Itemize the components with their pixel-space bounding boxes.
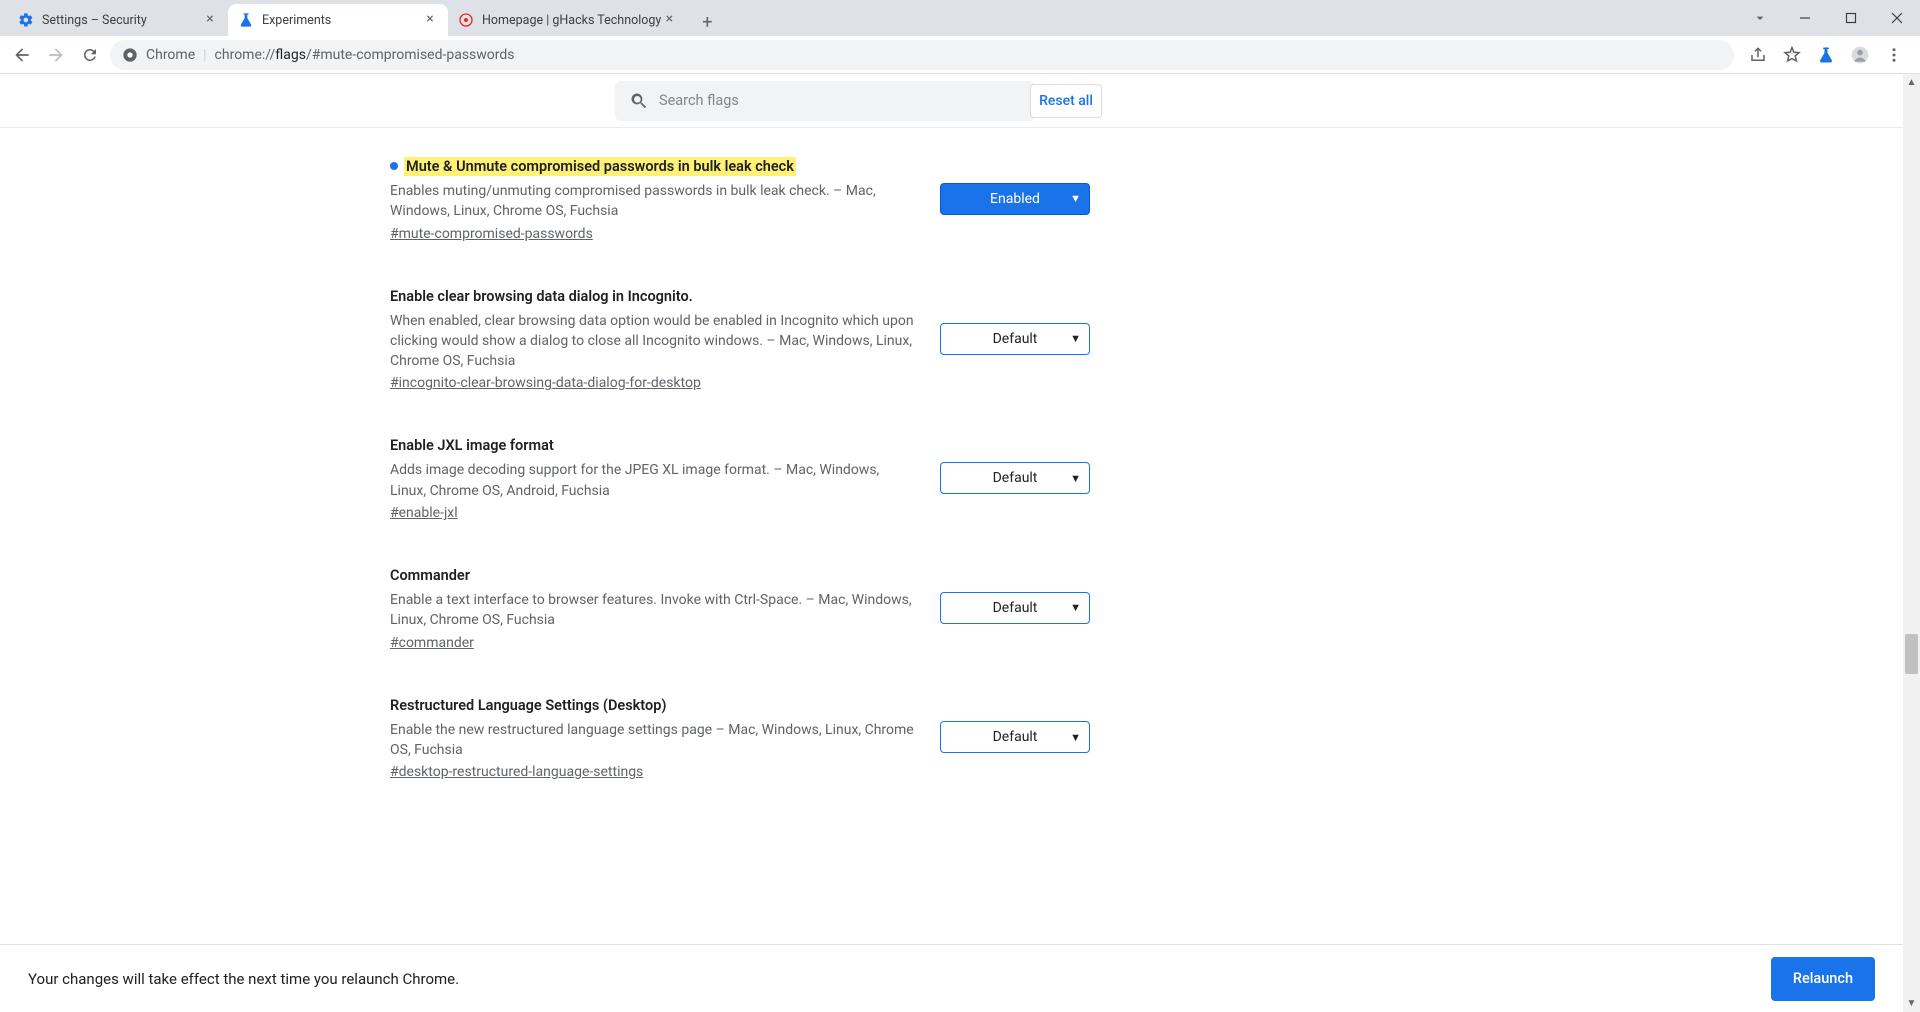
flag-text: Enable clear browsing data dialog in Inc… <box>390 286 940 392</box>
site-icon <box>458 12 474 28</box>
relaunch-bar: Your changes will take effect the next t… <box>0 944 1903 1012</box>
menu-icon[interactable] <box>1882 43 1906 67</box>
flag-description: Adds image decoding support for the JPEG… <box>390 460 916 501</box>
flag-entry: Mute & Unmute compromised passwords in b… <box>390 156 1090 242</box>
flag-select-value: Default <box>993 470 1038 486</box>
scrollbar[interactable]: ▲ ▼ <box>1903 74 1920 1012</box>
omnibox-separator: | <box>203 47 206 63</box>
flag-entry: Restructured Language Settings (Desktop)… <box>390 695 1090 781</box>
tab-title: Homepage | gHacks Technology <box>482 13 661 28</box>
chevron-down-icon: ▼ <box>1070 601 1081 614</box>
profile-avatar-icon[interactable] <box>1848 43 1872 67</box>
search-icon <box>629 91 649 111</box>
flag-title: Enable clear browsing data dialog in Inc… <box>390 288 693 305</box>
flag-control: Default ▼ <box>940 435 1090 521</box>
maximize-button[interactable] <box>1828 0 1874 36</box>
flag-description: Enable a text interface to browser featu… <box>390 590 916 631</box>
address-bar[interactable]: Chrome | chrome://flags/#mute-compromise… <box>110 40 1734 70</box>
tab-ghacks[interactable]: Homepage | gHacks Technology × <box>448 4 687 36</box>
search-placeholder: Search flags <box>659 92 739 109</box>
flag-entry: Enable clear browsing data dialog in Inc… <box>390 286 1090 392</box>
flag-text: Commander Enable a text interface to brow… <box>390 565 940 651</box>
omnibox-chip: Chrome <box>146 47 195 63</box>
chevron-down-icon: ▼ <box>1070 192 1081 205</box>
flag-select[interactable]: Default ▼ <box>940 323 1090 355</box>
reload-button[interactable] <box>76 41 104 69</box>
tab-search-button[interactable] <box>1740 0 1780 36</box>
flags-header: Search flags Reset all <box>0 74 1920 128</box>
back-button[interactable] <box>8 41 36 69</box>
flag-control: Default ▼ <box>940 286 1090 392</box>
chevron-down-icon: ▼ <box>1070 332 1081 345</box>
flag-select-value: Default <box>993 729 1038 745</box>
flag-select[interactable]: Enabled ▼ <box>940 183 1090 215</box>
flag-description: Enables muting/unmuting compromised pass… <box>390 181 916 222</box>
flag-anchor-link[interactable]: #mute-compromised-passwords <box>390 226 593 242</box>
flag-text: Restructured Language Settings (Desktop)… <box>390 695 940 781</box>
tab-title: Experiments <box>262 13 422 28</box>
tab-strip: Settings – Security × Experiments × Home… <box>0 0 1920 36</box>
omnibox-url: chrome://flags/#mute-compromised-passwor… <box>215 47 515 63</box>
reset-all-button[interactable]: Reset all <box>1030 84 1102 118</box>
url-bold: flags <box>275 47 306 63</box>
close-icon[interactable]: × <box>422 12 438 28</box>
flask-icon <box>238 12 254 28</box>
scroll-up-icon[interactable]: ▲ <box>1903 74 1920 91</box>
flag-anchor-link[interactable]: #enable-jxl <box>390 505 458 521</box>
tab-title: Settings – Security <box>42 13 202 28</box>
close-icon[interactable]: × <box>202 12 218 28</box>
flag-text: Enable JXL image format Adds image decodi… <box>390 435 940 521</box>
close-window-button[interactable] <box>1874 0 1920 36</box>
flag-title: Commander <box>390 567 470 584</box>
flag-text: Mute & Unmute compromised passwords in b… <box>390 156 940 242</box>
flag-select[interactable]: Default ▼ <box>940 721 1090 753</box>
chevron-down-icon: ▼ <box>1070 731 1081 744</box>
flag-title: Restructured Language Settings (Desktop) <box>390 697 666 714</box>
relaunch-message: Your changes will take effect the next t… <box>28 970 459 988</box>
flag-description: Enable the new restructured language set… <box>390 720 916 761</box>
new-tab-button[interactable]: + <box>693 8 721 36</box>
flag-control: Default ▼ <box>940 695 1090 781</box>
flag-control: Default ▼ <box>940 565 1090 651</box>
flag-anchor-link[interactable]: #commander <box>390 635 474 651</box>
gear-icon <box>18 12 34 28</box>
flag-entry: Commander Enable a text interface to brow… <box>390 565 1090 651</box>
chevron-down-icon: ▼ <box>1070 472 1081 485</box>
flag-select-value: Enabled <box>990 191 1040 207</box>
minimize-button[interactable] <box>1782 0 1828 36</box>
flag-select[interactable]: Default ▼ <box>940 592 1090 624</box>
window-controls <box>1782 0 1920 36</box>
bookmark-icon[interactable] <box>1780 43 1804 67</box>
flag-title: Mute & Unmute compromised passwords in b… <box>404 157 796 176</box>
flag-select[interactable]: Default ▼ <box>940 462 1090 494</box>
toolbar-actions <box>1740 43 1912 67</box>
extension-flask-icon[interactable] <box>1814 43 1838 67</box>
tab-settings-security[interactable]: Settings – Security × <box>8 4 228 36</box>
scroll-down-icon[interactable]: ▼ <box>1903 995 1920 1012</box>
close-icon[interactable]: × <box>661 12 677 28</box>
relaunch-button[interactable]: Relaunch <box>1771 957 1875 1001</box>
flag-control: Enabled ▼ <box>940 156 1090 242</box>
flag-description: When enabled, clear browsing data option… <box>390 311 916 372</box>
flag-select-value: Default <box>993 600 1038 616</box>
share-icon[interactable] <box>1746 43 1770 67</box>
search-flags-input[interactable]: Search flags <box>615 81 1035 121</box>
toolbar: Chrome | chrome://flags/#mute-compromise… <box>0 36 1920 74</box>
flag-title: Enable JXL image format <box>390 437 554 454</box>
flag-anchor-link[interactable]: #incognito-clear-browsing-data-dialog-fo… <box>390 375 701 391</box>
flag-select-value: Default <box>993 331 1038 347</box>
url-suffix: /#mute-compromised-passwords <box>306 47 515 63</box>
flags-content: Mute & Unmute compromised passwords in b… <box>0 128 1902 1012</box>
chrome-icon <box>122 47 138 63</box>
flag-entry: Enable JXL image format Adds image decodi… <box>390 435 1090 521</box>
scroll-thumb[interactable] <box>1905 634 1918 674</box>
tab-experiments[interactable]: Experiments × <box>228 4 448 36</box>
forward-button[interactable] <box>42 41 70 69</box>
url-prefix: chrome:// <box>215 47 276 63</box>
flag-anchor-link[interactable]: #desktop-restructured-language-settings <box>390 764 643 780</box>
modified-indicator-icon <box>390 162 398 170</box>
